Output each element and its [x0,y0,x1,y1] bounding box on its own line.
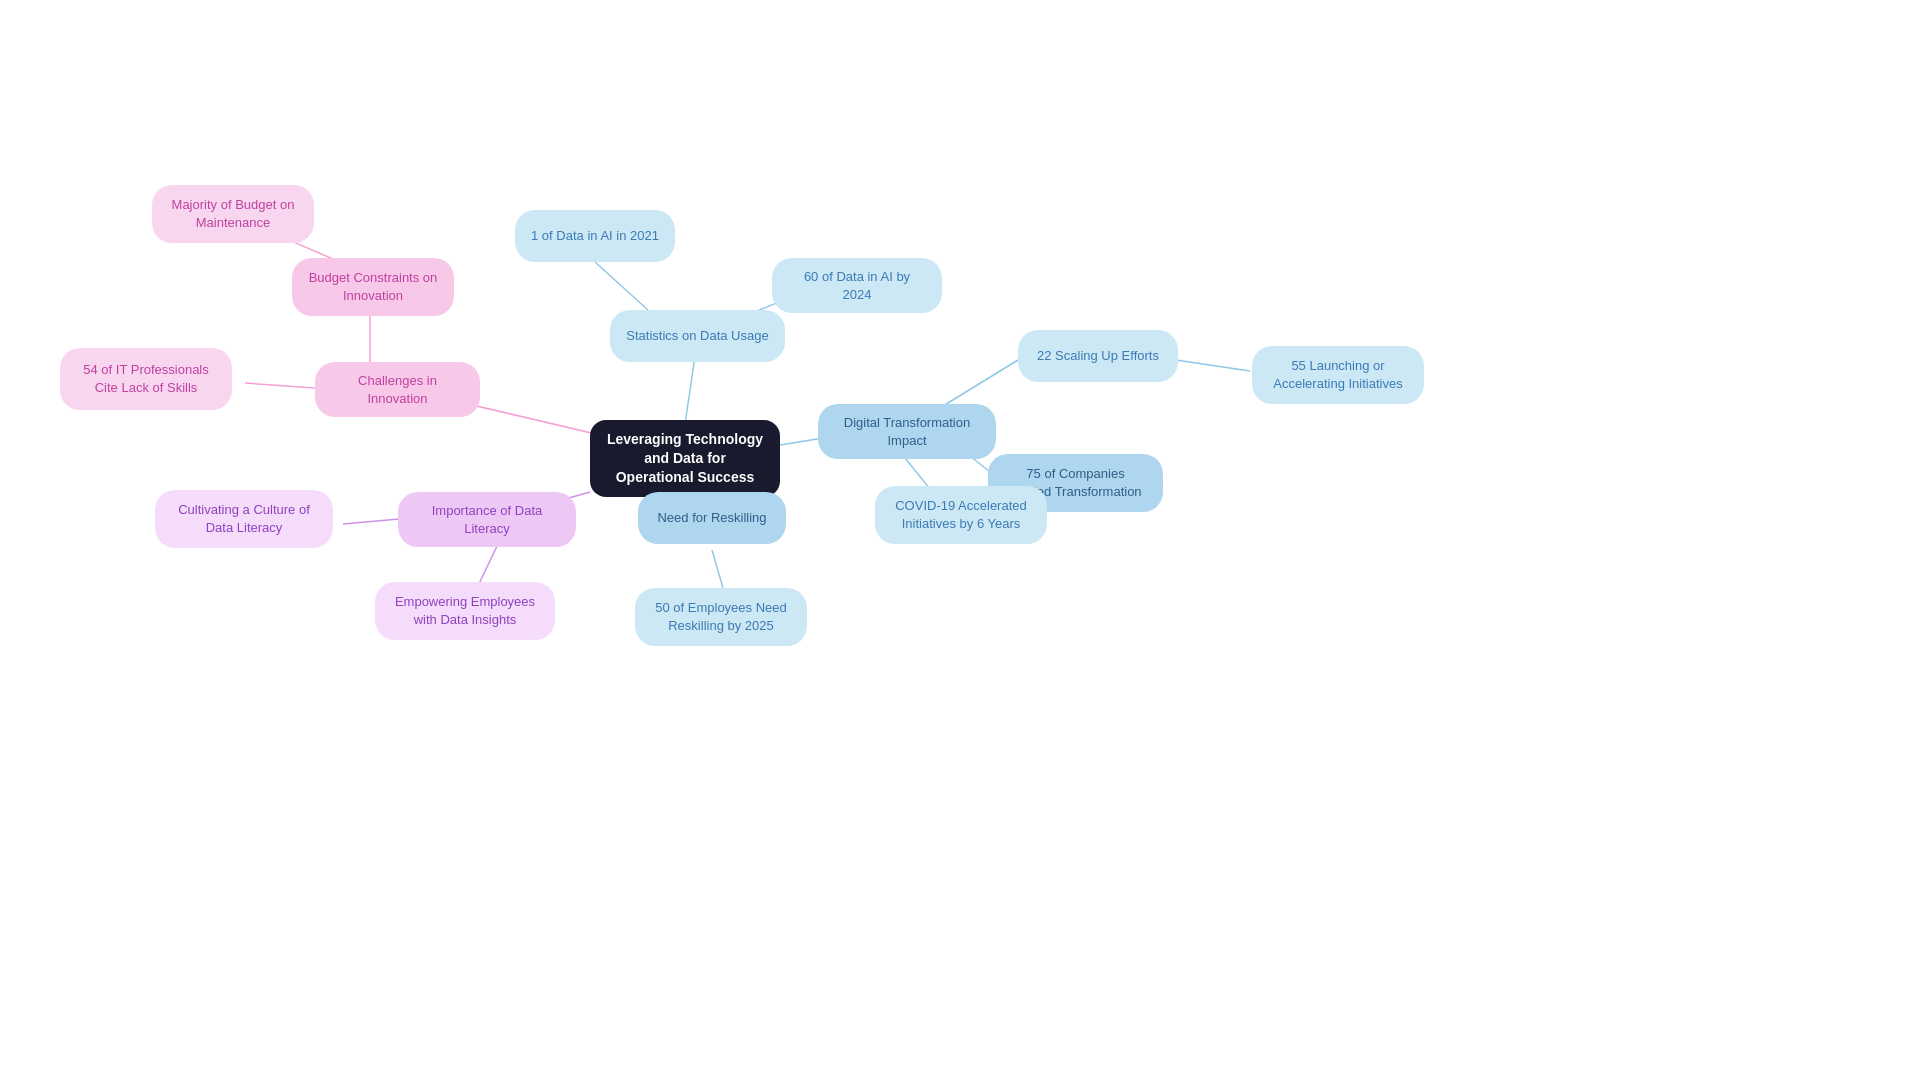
center-node[interactable]: Leveraging Technology and Data for Opera… [590,420,780,497]
digital-transform-node[interactable]: Digital Transformation Impact [818,404,996,459]
data-literacy-node[interactable]: Importance of Data Literacy [398,492,576,547]
cultivating-node[interactable]: Cultivating a Culture of Data Literacy [155,490,333,548]
empowering-node[interactable]: Empowering Employees with Data Insights [375,582,555,640]
covid-node[interactable]: COVID-19 Accelerated Initiatives by 6 Ye… [875,486,1047,544]
launching55-node[interactable]: 55 Launching or Accelerating Initiatives [1252,346,1424,404]
budget-node[interactable]: Budget Constraints on Innovation [292,258,454,316]
scaling-node[interactable]: 22 Scaling Up Efforts [1018,330,1178,382]
svg-line-3 [245,383,315,388]
it-professionals-node[interactable]: 54 of IT Professionals Cite Lack of Skil… [60,348,232,410]
statistics-node[interactable]: Statistics on Data Usage [610,310,785,362]
challenges-node[interactable]: Challenges in Innovation [315,362,480,417]
ai2024-node[interactable]: 60 of Data in AI by 2024 [772,258,942,313]
reskilling-node[interactable]: Need for Reskilling [638,492,786,544]
reskilling50-node[interactable]: 50 of Employees Need Reskilling by 2025 [635,588,807,646]
ai2021-node[interactable]: 1 of Data in AI in 2021 [515,210,675,262]
svg-line-5 [595,262,648,310]
svg-line-10 [1176,360,1250,371]
majority-budget-node[interactable]: Majority of Budget on Maintenance [152,185,314,243]
